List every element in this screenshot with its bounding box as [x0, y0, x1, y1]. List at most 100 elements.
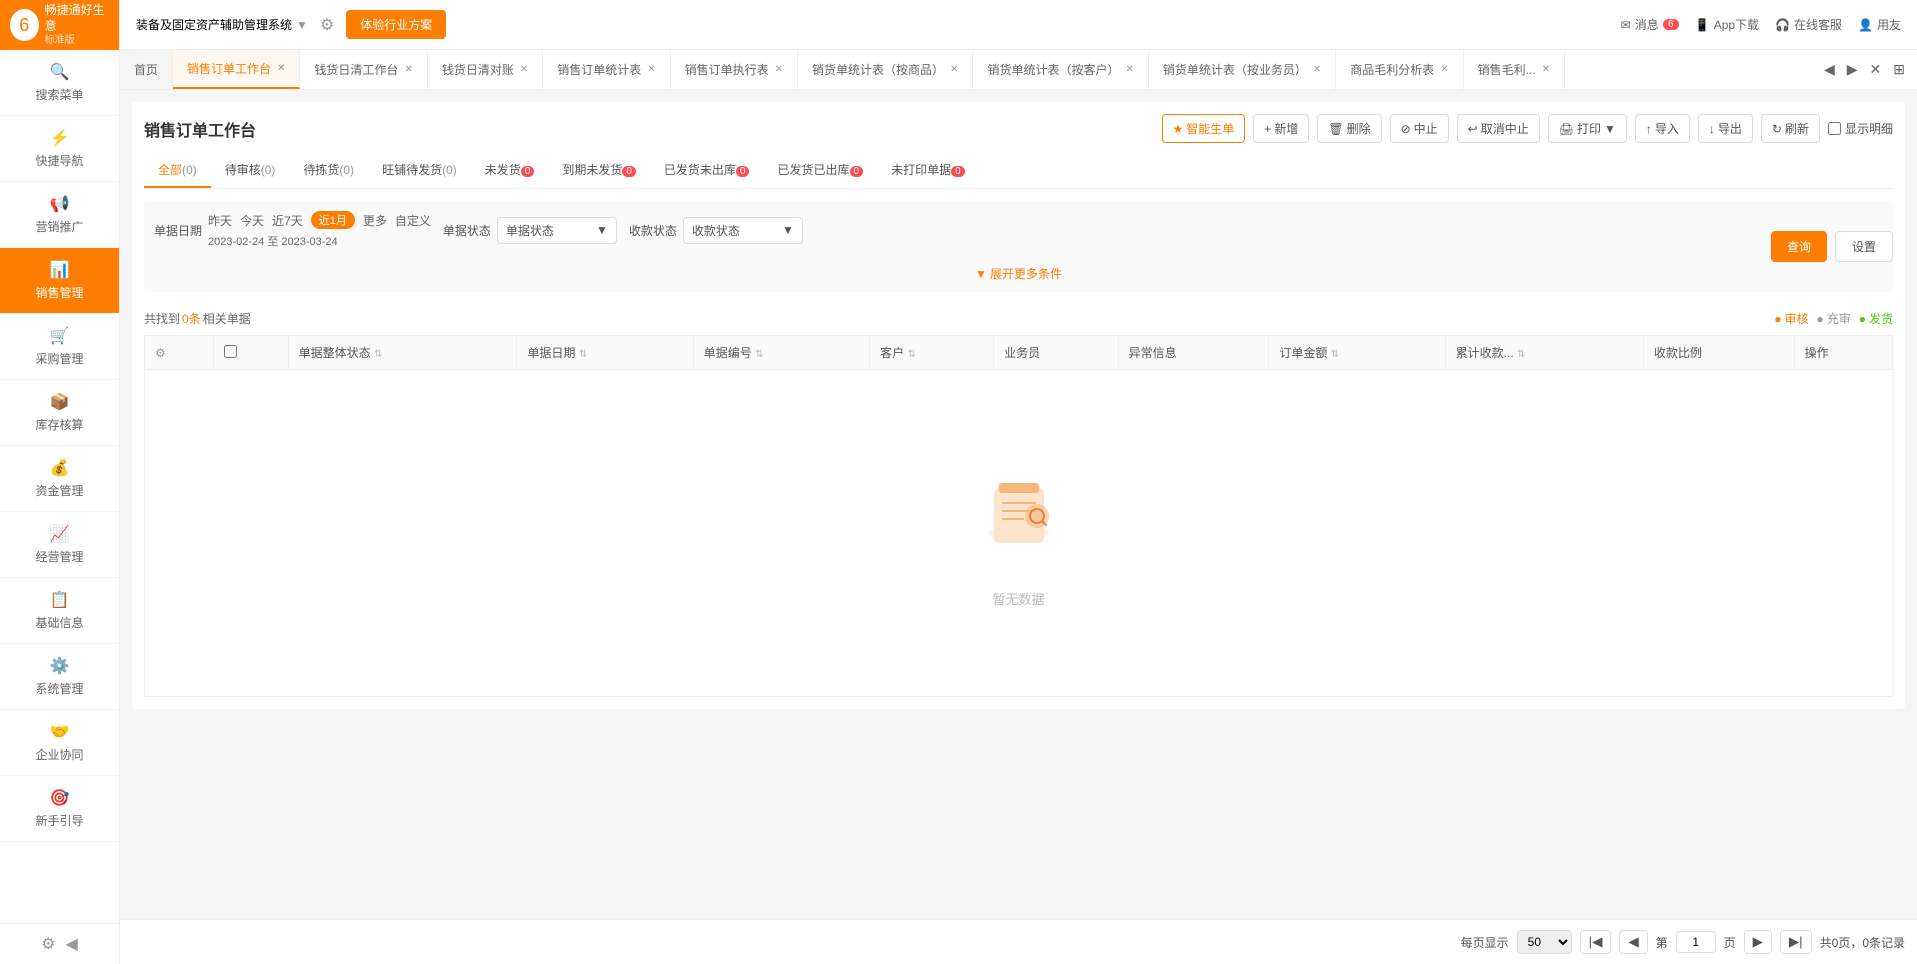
tab-close-3[interactable]: ✕ [520, 64, 528, 75]
tab-2[interactable]: 钱货日清工作台✕ [300, 50, 427, 89]
sidebar-item-10[interactable]: 🤝企业协同 [0, 710, 119, 776]
tab-close-10[interactable]: ✕ [1542, 64, 1550, 75]
show-detail-input[interactable] [1828, 122, 1841, 135]
sub-tab-6[interactable]: 已发货未出库0 [650, 153, 764, 188]
sub-tab-7[interactable]: 已发货已出库0 [763, 153, 877, 188]
show-detail-checkbox[interactable]: 显示明细 [1828, 120, 1893, 137]
user-btn[interactable]: 👤 用友 [1858, 16, 1901, 33]
next-page-btn[interactable]: ▶ [1744, 930, 1772, 954]
sidebar-item-2[interactable]: 📢营销推广 [0, 182, 119, 248]
status-select[interactable]: 单据状态 ▼ [497, 217, 617, 244]
sub-tab-3[interactable]: 旺铺待发货(0) [368, 153, 471, 188]
sidebar-item-6[interactable]: 💰资金管理 [0, 446, 119, 512]
tab-4[interactable]: 销售订单统计表✕ [543, 50, 670, 89]
system-title[interactable]: 装备及固定资产辅助管理系统 ▼ [136, 16, 308, 33]
sort-icon-3[interactable]: ⇅ [907, 349, 915, 360]
void-btn[interactable]: ● 充审 [1816, 310, 1850, 327]
sidebar-item-4[interactable]: 🛒采购管理 [0, 314, 119, 380]
tab-0[interactable]: 首页 [120, 50, 173, 89]
date-today[interactable]: 今天 [240, 212, 264, 229]
sidebar-item-8[interactable]: 📋基础信息 [0, 578, 119, 644]
sub-tab-badge-7: 0 [850, 166, 864, 177]
sub-tab-8[interactable]: 未打印单据0 [877, 153, 979, 188]
tab-3[interactable]: 钱货日清对账✕ [428, 50, 543, 89]
sub-tab-5[interactable]: 到期未发货0 [548, 153, 650, 188]
tabs-close-btn[interactable]: ✕ [1866, 59, 1886, 80]
industry-btn[interactable]: 体验行业方案 [346, 10, 446, 39]
settings-icon[interactable]: ⚙ [41, 934, 55, 954]
sidebar-item-1[interactable]: ⚡快捷导航 [0, 116, 119, 182]
date-7days[interactable]: 近7天 [272, 212, 303, 229]
tab-close-5[interactable]: ✕ [775, 64, 783, 75]
tabs-prev-btn[interactable]: ◀ [1820, 59, 1839, 80]
date-yesterday[interactable]: 昨天 [208, 212, 232, 229]
page-size-select[interactable]: 20 50 100 [1517, 930, 1572, 954]
tab-8[interactable]: 销货单统计表（按业务员）✕ [1149, 50, 1336, 89]
date-more[interactable]: 更多 [363, 212, 387, 229]
sidebar-item-3[interactable]: 📊销售管理 [0, 248, 119, 314]
tab-close-8[interactable]: ✕ [1313, 64, 1321, 75]
sort-icon-7[interactable]: ⇅ [1517, 349, 1525, 360]
tab-10[interactable]: 销售毛利...✕ [1464, 50, 1565, 89]
tab-label-0: 首页 [134, 61, 158, 78]
date-1month[interactable]: 近1月 [311, 211, 355, 229]
sidebar-item-9[interactable]: ⚙️系统管理 [0, 644, 119, 710]
page-input[interactable] [1676, 931, 1716, 953]
sub-tab-2[interactable]: 待拣货(0) [289, 153, 368, 188]
sort-icon-0[interactable]: ⇅ [374, 349, 382, 360]
first-page-btn[interactable]: |◀ [1580, 930, 1612, 954]
tab-close-7[interactable]: ✕ [1125, 64, 1133, 75]
export-btn[interactable]: ↓ 导出 [1698, 114, 1753, 143]
query-btn[interactable]: 查询 [1771, 231, 1827, 262]
date-custom[interactable]: 自定义 [395, 212, 431, 229]
sort-icon-6[interactable]: ⇅ [1331, 349, 1339, 360]
sidebar-item-11[interactable]: 🎯新手引导 [0, 776, 119, 842]
sidebar-item-7[interactable]: 📈经营管理 [0, 512, 119, 578]
audit-btn[interactable]: ● 审核 [1774, 310, 1808, 327]
sidebar-item-0[interactable]: 🔍搜索菜单 [0, 50, 119, 116]
import-btn[interactable]: ↑ 导入 [1635, 114, 1690, 143]
last-page-btn[interactable]: ▶| [1780, 930, 1812, 954]
tab-close-9[interactable]: ✕ [1440, 64, 1448, 75]
expand-filters-btn[interactable]: ▼ 展开更多条件 [975, 265, 1062, 282]
sub-tab-1[interactable]: 待审核(0) [211, 153, 290, 188]
tab-9[interactable]: 商品毛利分析表✕ [1336, 50, 1463, 89]
set-btn[interactable]: 设置 [1835, 231, 1893, 262]
sort-icon-2[interactable]: ⇅ [755, 349, 763, 360]
tab-5[interactable]: 销售订单执行表✕ [671, 50, 798, 89]
sort-icon-1[interactable]: ⇅ [579, 349, 587, 360]
tab-7[interactable]: 销货单统计表（按客户）✕ [973, 50, 1148, 89]
tab-close-2[interactable]: ✕ [404, 64, 412, 75]
tab-close-1[interactable]: ✕ [277, 63, 285, 74]
sub-tab-4[interactable]: 未发货0 [471, 153, 549, 188]
sidebar-item-5[interactable]: 📦库存核算 [0, 380, 119, 446]
payment-select[interactable]: 收款状态 ▼ [683, 217, 803, 244]
prev-page-btn[interactable]: ◀ [1619, 930, 1647, 954]
stop-btn[interactable]: ⊘ 中止 [1390, 114, 1449, 143]
sub-tab-0[interactable]: 全部(0) [144, 153, 211, 188]
th-label-9: 操作 [1805, 346, 1829, 360]
nav-icon-10: 🤝 [50, 722, 70, 742]
th-gear[interactable]: ⚙ [145, 336, 214, 370]
table-scroll-area[interactable]: ⚙ 单据整体状态 ⇅ 单据日期 ⇅ 单据编号 ⇅ 客户 ⇅ 业务员 异常信息 订… [144, 335, 1893, 697]
tabs-next-btn[interactable]: ▶ [1843, 59, 1862, 80]
collapse-icon[interactable]: ◀ [66, 934, 78, 954]
tab-6[interactable]: 销货单统计表（按商品）✕ [798, 50, 973, 89]
refresh-btn[interactable]: ↻ 刷新 [1761, 114, 1820, 143]
tab-close-6[interactable]: ✕ [950, 64, 958, 75]
cancel-stop-btn[interactable]: ↩ 取消中止 [1457, 114, 1540, 143]
delete-btn[interactable]: 🗑 删除 [1317, 114, 1381, 143]
th-checkbox[interactable] [214, 336, 288, 370]
print-btn[interactable]: 🖨 打印 ▼ [1548, 114, 1627, 143]
app-download-btn[interactable]: 📱 App下载 [1695, 16, 1759, 33]
tabs-expand-btn[interactable]: ⊞ [1889, 59, 1909, 80]
add-btn[interactable]: + 新增 [1253, 114, 1309, 143]
message-btn[interactable]: ✉ 消息 6 [1621, 16, 1679, 33]
tab-close-4[interactable]: ✕ [647, 64, 655, 75]
select-all-checkbox[interactable] [224, 345, 237, 358]
ship-btn[interactable]: ● 发货 [1859, 310, 1893, 327]
gear-icon[interactable]: ⚙ [320, 15, 334, 35]
tab-1[interactable]: 销售订单工作台✕ [173, 50, 300, 89]
smart-create-btn[interactable]: ★ 智能生单 [1162, 114, 1246, 143]
online-service-btn[interactable]: 🎧 在线客服 [1775, 16, 1842, 33]
